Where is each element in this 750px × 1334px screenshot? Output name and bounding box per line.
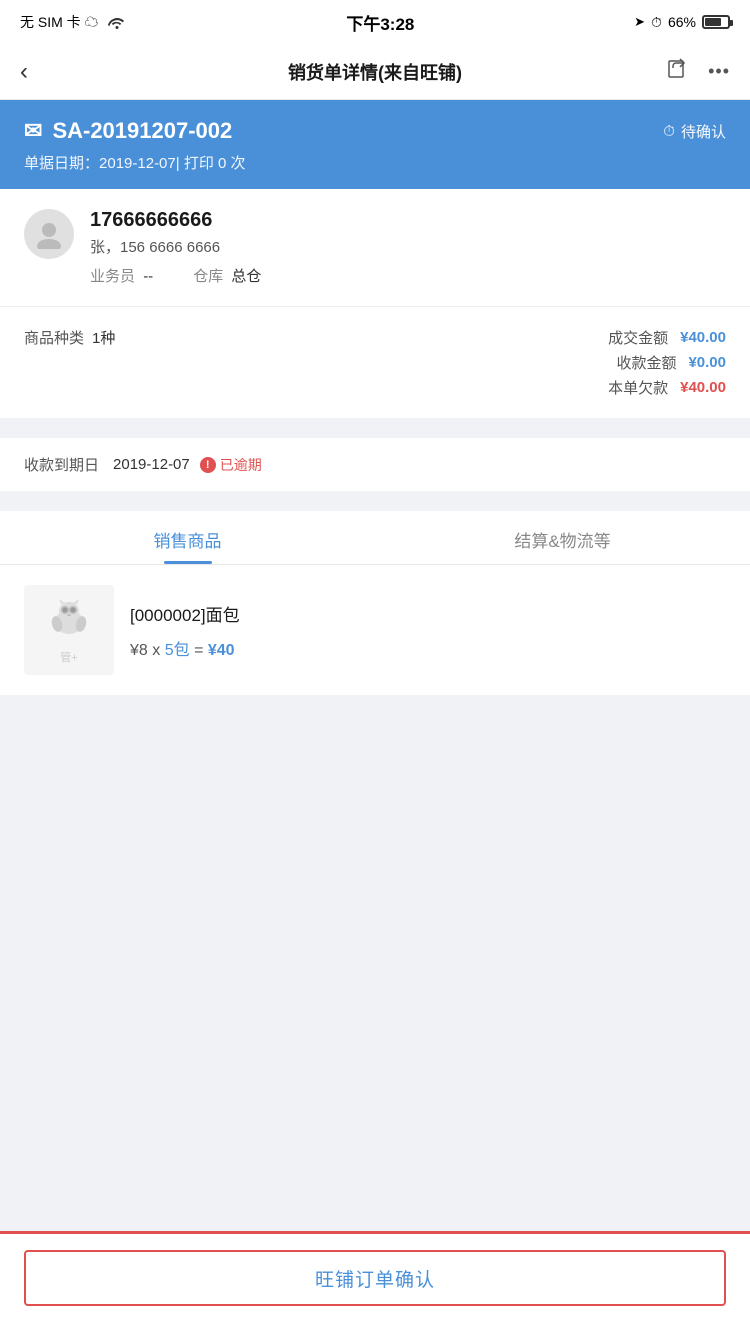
product-brand-text: 管+ bbox=[60, 649, 77, 665]
tabs-row: 销售商品 结算&物流等 bbox=[0, 511, 750, 565]
order-status: ⏱ 待确认 bbox=[663, 121, 726, 142]
status-bar: 无 SIM 卡 ☁ 下午3:28 ➤ ⏱ 66% bbox=[0, 0, 750, 44]
overdue-text: 已逾期 bbox=[220, 455, 262, 475]
tabs-section: 销售商品 结算&物流等 bbox=[0, 501, 750, 695]
order-header: ✉ SA-20191207-002 ⏱ 待确认 单据日期：2019-12-07|… bbox=[0, 100, 750, 189]
battery-icon bbox=[702, 15, 730, 29]
unit-price: ¥8 bbox=[130, 642, 148, 659]
customer-meta: 业务员 -- 仓库 总仓 bbox=[90, 265, 726, 286]
status-time: 下午3:28 bbox=[346, 10, 414, 35]
overdue-icon: ! bbox=[200, 457, 216, 473]
product-price: ¥8 x 5包 = ¥40 bbox=[130, 636, 726, 660]
multiply-sign: x bbox=[152, 642, 160, 659]
financial-stats: 成交金额 ¥40.00 收款金额 ¥0.00 本单欠款 ¥40.00 bbox=[608, 327, 726, 398]
back-button[interactable]: ‹ bbox=[20, 58, 60, 86]
order-date: 单据日期：2019-12-07| 打印 0 次 bbox=[24, 152, 726, 173]
quantity: 5包 bbox=[165, 642, 190, 659]
battery-text: 66% bbox=[668, 14, 696, 30]
more-icon[interactable]: ••• bbox=[708, 61, 730, 82]
transaction-amount: 成交金额 ¥40.00 bbox=[608, 327, 726, 348]
salesperson-field: 业务员 -- bbox=[90, 265, 153, 286]
clock-icon: ⏱ bbox=[651, 14, 662, 31]
avatar bbox=[24, 209, 74, 259]
stats-section: 商品种类 1种 成交金额 ¥40.00 收款金额 ¥0.00 本单欠款 ¥40.… bbox=[0, 306, 750, 418]
status-right: ➤ ⏱ 66% bbox=[634, 14, 730, 31]
total-price: ¥40 bbox=[208, 642, 235, 659]
status-left: 无 SIM 卡 ☁ bbox=[20, 12, 127, 32]
product-owl-icon bbox=[47, 596, 91, 647]
due-date-value: 2019-12-07 bbox=[113, 456, 190, 473]
product-type-field: 商品种类 1种 bbox=[24, 327, 608, 348]
customer-phone: 17666666666 bbox=[90, 209, 726, 232]
order-id: ✉ SA-20191207-002 bbox=[24, 118, 232, 144]
customer-section: 17666666666 张，156 6666 6666 业务员 -- 仓库 总仓… bbox=[0, 189, 750, 418]
tab-sales-products[interactable]: 销售商品 bbox=[0, 511, 375, 564]
order-id-row: ✉ SA-20191207-002 ⏱ 待确认 bbox=[24, 118, 726, 144]
equals-sign: = bbox=[194, 642, 203, 659]
no-sim-text: 无 SIM 卡 ☁ bbox=[20, 12, 99, 32]
owed-amount: 本单欠款 ¥40.00 bbox=[608, 377, 726, 398]
customer-name: 张，156 6666 6666 bbox=[90, 236, 726, 257]
customer-info: 17666666666 张，156 6666 6666 业务员 -- 仓库 总仓 bbox=[90, 209, 726, 286]
bottom-spacer bbox=[0, 695, 750, 955]
product-name: [0000002]面包 bbox=[130, 601, 726, 626]
overdue-badge: ! 已逾期 bbox=[200, 455, 262, 475]
order-status-clock-icon: ⏱ bbox=[663, 123, 675, 140]
due-date-label: 收款到期日 bbox=[24, 454, 99, 475]
page-title: 销货单详情(来自旺铺) bbox=[288, 59, 462, 85]
product-thumbnail: 管+ bbox=[24, 585, 114, 675]
due-date-section: 收款到期日 2019-12-07 ! 已逾期 bbox=[0, 428, 750, 491]
wifi-icon bbox=[107, 13, 127, 32]
share-icon[interactable] bbox=[666, 58, 688, 86]
product-item: 管+ [0000002]面包 ¥8 x 5包 = ¥40 bbox=[0, 565, 750, 695]
warehouse-field: 仓库 总仓 bbox=[193, 265, 261, 286]
nav-bar: ‹ 销货单详情(来自旺铺) ••• bbox=[0, 44, 750, 100]
order-envelope-icon: ✉ bbox=[24, 118, 42, 144]
nav-actions: ••• bbox=[666, 58, 730, 86]
bottom-bar: 旺铺订单确认 bbox=[0, 1231, 750, 1334]
wangpu-confirm-button[interactable]: 旺铺订单确认 bbox=[24, 1250, 726, 1306]
received-amount: 收款金额 ¥0.00 bbox=[616, 352, 726, 373]
tab-settlement-logistics[interactable]: 结算&物流等 bbox=[375, 511, 750, 564]
signal-arrow-icon: ➤ bbox=[634, 14, 645, 30]
product-info: [0000002]面包 ¥8 x 5包 = ¥40 bbox=[130, 601, 726, 660]
